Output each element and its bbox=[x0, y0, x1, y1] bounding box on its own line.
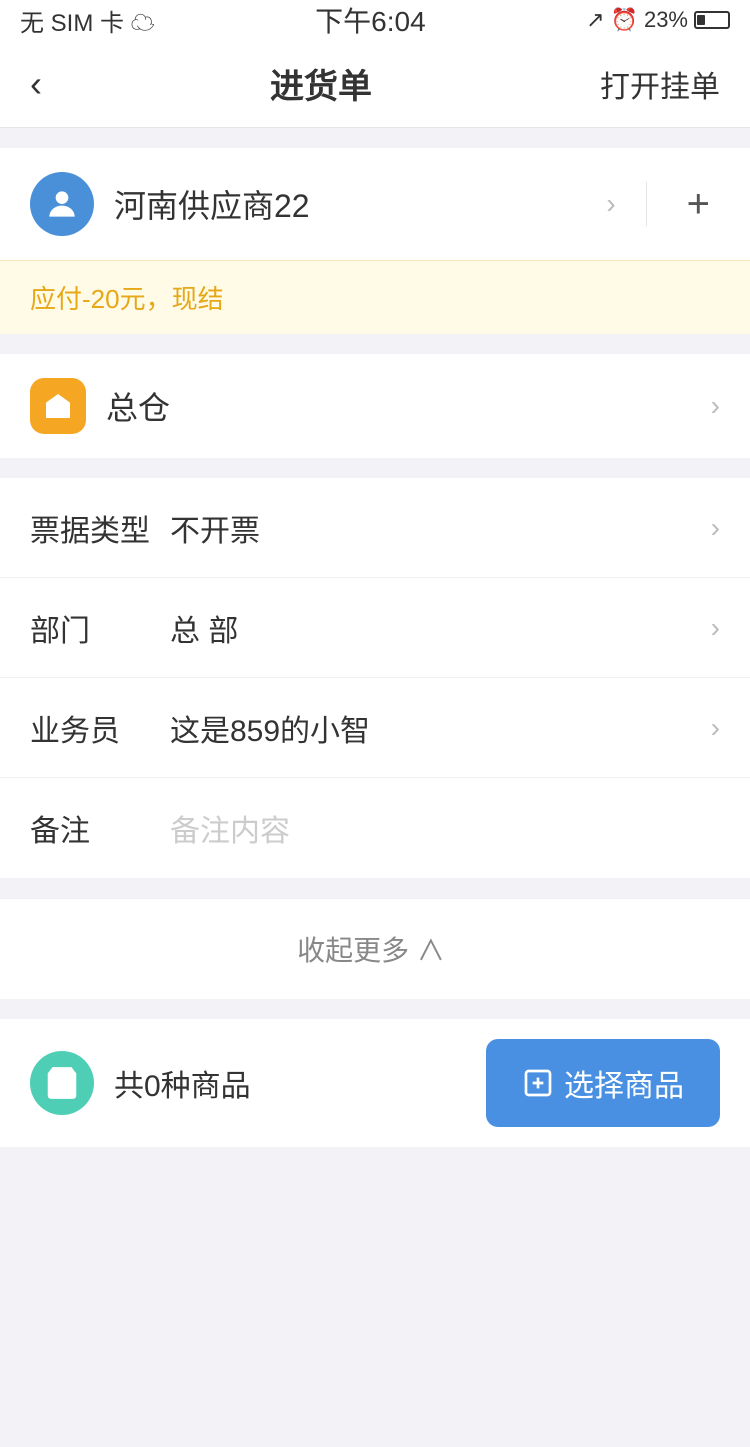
status-bar: 无 SIM 卡 ☁ 下午6:04 ↗ ⏰ 23% bbox=[0, 0, 750, 40]
select-product-button[interactable]: 选择商品 bbox=[486, 1039, 720, 1127]
department-row[interactable]: 部门 总 部 › bbox=[0, 578, 750, 678]
select-product-icon bbox=[522, 1067, 554, 1099]
department-value: 总 部 bbox=[170, 606, 711, 650]
collapse-label: 收起更多 ∧ bbox=[297, 929, 445, 969]
department-label: 部门 bbox=[30, 606, 170, 650]
warehouse-section: 总仓 › bbox=[0, 354, 750, 458]
status-left: 无 SIM 卡 ☁ bbox=[20, 3, 155, 38]
open-pending-button[interactable]: 打开挂单 bbox=[600, 62, 720, 106]
divider bbox=[646, 182, 647, 226]
supplier-section: 河南供应商22 › + 应付-20元，现结 bbox=[0, 148, 750, 334]
salesperson-row[interactable]: 业务员 这是859的小智 › bbox=[0, 678, 750, 778]
invoice-type-row[interactable]: 票据类型 不开票 › bbox=[0, 478, 750, 578]
location-icon: ↗ bbox=[586, 7, 604, 33]
invoice-type-chevron-icon: › bbox=[711, 512, 720, 544]
product-count-label: 共0种商品 bbox=[114, 1061, 466, 1105]
status-right: ↗ ⏰ 23% bbox=[586, 7, 730, 33]
department-chevron-icon: › bbox=[711, 612, 720, 644]
supplier-name: 河南供应商22 bbox=[114, 181, 606, 227]
battery-label: 23% bbox=[644, 7, 688, 33]
warehouse-chevron-icon: › bbox=[711, 390, 720, 422]
supplier-row[interactable]: 河南供应商22 › + bbox=[0, 148, 750, 260]
page-title: 进货单 bbox=[270, 59, 372, 108]
notice-bar: 应付-20元，现结 bbox=[0, 260, 750, 334]
remark-row[interactable]: 备注 备注内容 bbox=[0, 778, 750, 878]
salesperson-label: 业务员 bbox=[30, 706, 170, 750]
salesperson-chevron-icon: › bbox=[711, 712, 720, 744]
remark-label: 备注 bbox=[30, 806, 170, 850]
page-background bbox=[0, 1147, 750, 1447]
battery-icon bbox=[694, 11, 730, 29]
collapse-row[interactable]: 收起更多 ∧ bbox=[0, 898, 750, 999]
supplier-avatar bbox=[30, 172, 94, 236]
warehouse-row[interactable]: 总仓 › bbox=[0, 354, 750, 458]
person-icon bbox=[43, 185, 81, 223]
back-button[interactable]: ‹ bbox=[30, 63, 42, 105]
status-time: 下午6:04 bbox=[315, 0, 426, 40]
sim-label: 无 SIM 卡 ☁ bbox=[20, 3, 155, 38]
add-supplier-button[interactable]: + bbox=[677, 182, 720, 227]
warehouse-name: 总仓 bbox=[106, 383, 711, 429]
section-gap-1 bbox=[0, 128, 750, 148]
house-icon bbox=[42, 390, 74, 422]
shopping-bag-icon bbox=[43, 1064, 81, 1102]
salesperson-value: 这是859的小智 bbox=[170, 706, 711, 750]
invoice-type-value: 不开票 bbox=[170, 506, 711, 550]
warehouse-icon-bg bbox=[30, 378, 86, 434]
bottom-bar: 共0种商品 选择商品 bbox=[0, 1019, 750, 1147]
select-product-label: 选择商品 bbox=[564, 1061, 684, 1105]
product-icon-bg bbox=[30, 1051, 94, 1115]
supplier-chevron-icon: › bbox=[606, 188, 615, 220]
invoice-type-label: 票据类型 bbox=[30, 506, 170, 550]
nav-bar: ‹ 进货单 打开挂单 bbox=[0, 40, 750, 128]
form-section: 票据类型 不开票 › 部门 总 部 › 业务员 这是859的小智 › 备注 备注… bbox=[0, 478, 750, 878]
alarm-icon: ⏰ bbox=[611, 7, 638, 33]
remark-input[interactable]: 备注内容 bbox=[170, 806, 720, 850]
